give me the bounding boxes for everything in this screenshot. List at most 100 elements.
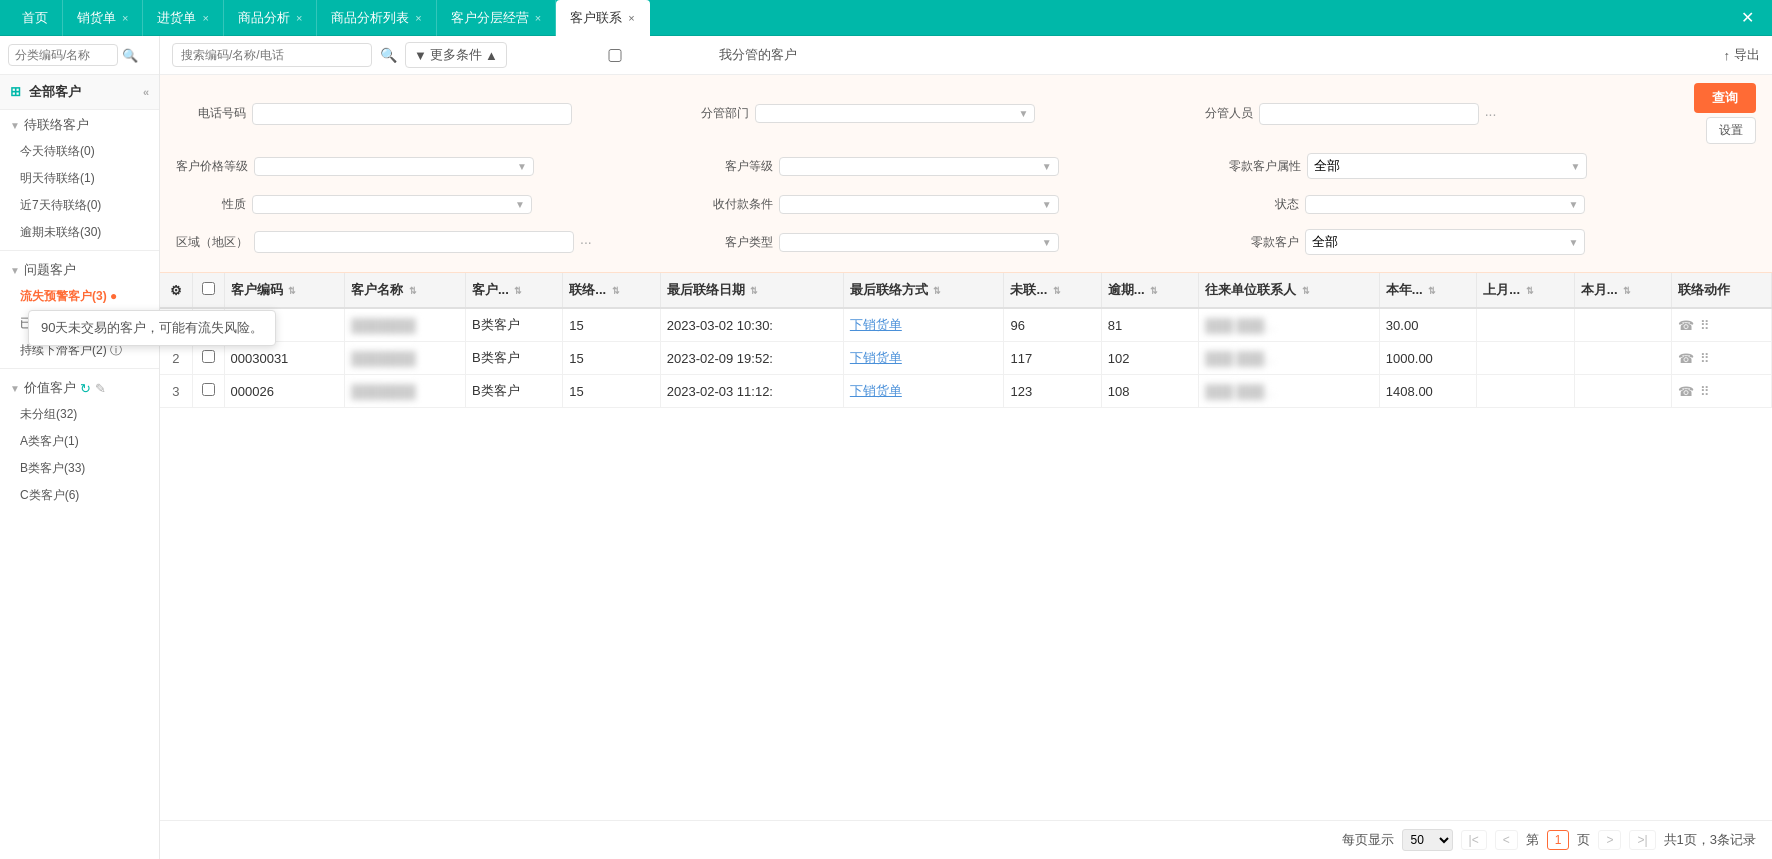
col-header-last-date[interactable]: 最后联络日期 ⇅ [660,273,843,308]
more-options-icon[interactable]: ··· [580,234,592,250]
last-method-link[interactable]: 下销货单 [850,383,902,398]
sidebar-item-c-class[interactable]: C类客户(6) [0,482,159,509]
col-header-overdue[interactable]: 逾期... ⇅ [1101,273,1198,308]
more-actions-icon[interactable]: ⠿ [1700,351,1710,366]
col-header-contact-person[interactable]: 往来单位联系人 ⇅ [1199,273,1380,308]
sidebar-item-overdue-contact[interactable]: 逾期未联络(30) [0,219,159,246]
cell-last-month [1477,308,1574,342]
more-actions-icon[interactable]: ⠿ [1700,318,1710,333]
chevron-down-icon: ▼ [1042,161,1052,172]
zero-attr-select[interactable]: 全部 ▼ [1307,153,1587,179]
window-close-button[interactable]: ✕ [1731,8,1764,27]
query-button[interactable]: 查询 [1694,83,1756,113]
cell-code: 000026 [224,375,345,408]
tab-home[interactable]: 首页 [8,0,63,36]
select-all-checkbox[interactable] [202,282,215,295]
cell-last-method: 下销货单 [843,342,1004,375]
close-icon[interactable]: × [202,12,208,24]
person-input[interactable] [1259,103,1479,125]
zero-customer-select[interactable]: 全部 ▼ [1305,229,1585,255]
refresh-icon[interactable]: ↻ [80,381,91,396]
close-icon[interactable]: × [296,12,302,24]
search-button[interactable]: 🔍 [380,47,397,63]
sidebar-group-value-customers[interactable]: ▼ 价值客户 ↻ ✎ [0,373,159,401]
gender-select[interactable]: ▼ [252,195,532,214]
my-customers-checkbox[interactable] [515,49,715,62]
contact-icon[interactable]: ☎ [1678,384,1694,399]
sidebar-item-a-class[interactable]: A类客户(1) [0,428,159,455]
tab-customer-contact[interactable]: 客户联系 × [556,0,649,36]
prev-page-button[interactable]: < [1495,830,1518,850]
col-header-this-month[interactable]: 本月... ⇅ [1574,273,1671,308]
sidebar-root[interactable]: ⊞ 全部客户 « [0,75,159,110]
col-header-name[interactable]: 客户名称 ⇅ [345,273,466,308]
col-header-last-method[interactable]: 最后联络方式 ⇅ [843,273,1004,308]
payment-select[interactable]: ▼ [779,195,1059,214]
sidebar-group-problem-customers[interactable]: ▼ 问题客户 [0,255,159,283]
close-icon[interactable]: × [415,12,421,24]
col-header-unlink-days[interactable]: 未联... ⇅ [1004,273,1101,308]
category-search-input[interactable] [8,44,118,66]
sort-icon: ⇅ [1150,286,1158,296]
row-checkbox[interactable] [202,350,215,363]
col-header-code[interactable]: 客户编码 ⇅ [224,273,345,308]
arrow-down-icon: ▼ [10,120,20,131]
sidebar-item-today-contact[interactable]: 今天待联络(0) [0,138,159,165]
sidebar-group-pending-contact[interactable]: ▼ 待联络客户 [0,110,159,138]
export-button[interactable]: ↑ 导出 [1724,46,1761,64]
col-header-this-year[interactable]: 本年... ⇅ [1379,273,1476,308]
customer-type-select[interactable]: ▼ [779,233,1059,252]
last-page-button[interactable]: >| [1629,830,1655,850]
phone-input[interactable] [252,103,572,125]
dept-select[interactable]: ▼ [755,104,1035,123]
more-actions-icon[interactable]: ⠿ [1700,384,1710,399]
tab-sales-order[interactable]: 销货单 × [63,0,143,36]
sidebar-item-ungrouped[interactable]: 未分组(32) [0,401,159,428]
tab-product-analysis-list[interactable]: 商品分析列表 × [317,0,436,36]
first-page-button[interactable]: |< [1461,830,1487,850]
last-method-link[interactable]: 下销货单 [850,317,902,332]
filter-cell-region: 区域（地区） ··· [176,226,703,258]
sidebar-item-b-class[interactable]: B类客户(33) [0,455,159,482]
col-header-type[interactable]: 客户... ⇅ [465,273,562,308]
close-icon[interactable]: × [122,12,128,24]
search-input[interactable] [172,43,372,67]
filter-cell-zero-customer: 零款客户 全部 ▼ [1229,226,1756,258]
more-options-icon[interactable]: ··· [1485,106,1497,122]
contact-icon[interactable]: ☎ [1678,318,1694,333]
chevron-down-icon: ▼ [1018,108,1028,119]
edit-icon[interactable]: ✎ [95,381,106,396]
region-input[interactable] [254,231,574,253]
tab-product-analysis[interactable]: 商品分析 × [224,0,317,36]
row-checkbox[interactable] [202,383,215,396]
close-icon[interactable]: × [535,12,541,24]
cell-unlink-days: 96 [1004,308,1101,342]
status-select[interactable]: ▼ [1305,195,1585,214]
filter-cell-phone: 电话号码 [176,98,679,130]
tooltip-popup: 90天未交易的客户，可能有流失风险。 [28,310,160,346]
chevron-up-icon: ▲ [485,48,498,63]
sidebar-item-churn-warning[interactable]: 流失预警客户(3) ● [0,283,159,310]
pagination-bar: 每页显示 50 100 200 |< < 第 1 页 > >| 共1页，3条记录 [160,820,1772,859]
collapse-icon[interactable]: « [143,86,149,98]
cell-contact-count: 15 [563,342,660,375]
col-header-last-month[interactable]: 上月... ⇅ [1477,273,1574,308]
col-header-contact-count[interactable]: 联络... ⇅ [563,273,660,308]
settings-button[interactable]: 设置 [1706,117,1756,144]
table-settings-icon[interactable]: ⚙ [160,273,192,308]
my-customers-checkbox-label[interactable]: 我分管的客户 [515,46,797,64]
tab-customer-segmentation[interactable]: 客户分层经营 × [437,0,556,36]
price-level-select[interactable]: ▼ [254,157,534,176]
customer-level-select[interactable]: ▼ [779,157,1059,176]
cell-this-year: 30.00 [1379,308,1476,342]
tab-purchase-order[interactable]: 进货单 × [143,0,223,36]
sidebar-item-7day-contact[interactable]: 近7天待联络(0) [0,192,159,219]
close-icon[interactable]: × [628,12,634,24]
cell-type: B类客户 [465,375,562,408]
next-page-button[interactable]: > [1598,830,1621,850]
more-conditions-button[interactable]: ▼ 更多条件 ▲ [405,42,507,68]
contact-icon[interactable]: ☎ [1678,351,1694,366]
last-method-link[interactable]: 下销货单 [850,350,902,365]
sidebar-item-tomorrow-contact[interactable]: 明天待联络(1) [0,165,159,192]
per-page-select[interactable]: 50 100 200 [1402,829,1453,851]
